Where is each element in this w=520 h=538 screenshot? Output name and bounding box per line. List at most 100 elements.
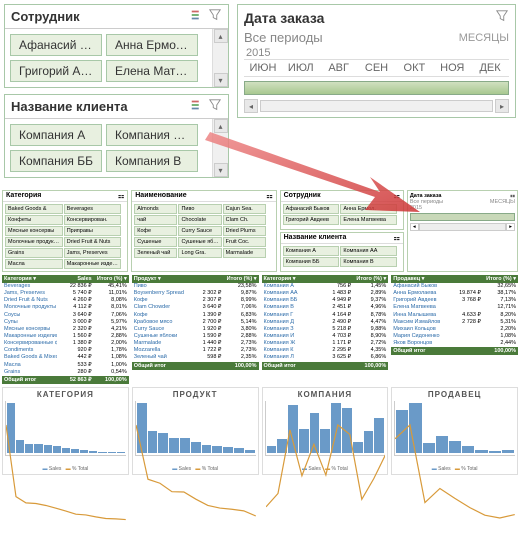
mini-slicer-item[interactable]: Beverages — [64, 204, 122, 214]
mini-slicer-item[interactable]: Молочные продукты — [5, 237, 63, 247]
mini-slicer-item[interactable]: Макаронные изделия — [64, 259, 122, 269]
scroll-up-icon[interactable]: ▴ — [214, 119, 228, 133]
pivot-row[interactable]: Соусы3 640 ₽7,06% — [2, 312, 129, 319]
scroll-left-icon[interactable]: ◂ — [410, 223, 419, 231]
slicer-item[interactable]: Компания АА — [106, 124, 198, 146]
pivot-row[interactable]: Компания З5 218 ₽9,88% — [262, 326, 389, 333]
mini-slicer-item[interactable]: Clam Ch. — [223, 215, 266, 225]
slicer-item[interactable]: Анна Ермол... — [106, 34, 198, 56]
scroll-right-icon[interactable]: ▸ — [495, 99, 509, 113]
pivot-row[interactable]: Компания К2 295 ₽4,35% — [262, 347, 389, 354]
mini-slicer-item[interactable]: Компания ББ — [283, 257, 340, 267]
pivot-row[interactable]: Яков Воронцов2,44% — [391, 340, 518, 347]
scroll-up-icon[interactable]: ▴ — [214, 29, 228, 43]
pivot-row[interactable]: Анна Ермолаева19.874 ₽38,17% — [391, 290, 518, 297]
clear-filter-icon[interactable] — [208, 8, 222, 25]
mini-slicer-item[interactable]: Cajun Sea. — [223, 204, 266, 214]
pivot-row[interactable]: Компания Г4 164 ₽8,78% — [262, 312, 389, 319]
mini-slicer-item[interactable]: Сушеные яблоки — [178, 237, 221, 247]
pivot-row[interactable]: Михаил Кольцов2,20% — [391, 326, 518, 333]
mini-slicer-item[interactable]: Jams, Preserves — [64, 248, 122, 258]
pivot-row[interactable]: Сушеные яблоки1 590 ₽2,88% — [132, 333, 259, 340]
timeline-range-bar[interactable] — [244, 81, 509, 95]
timeline-unit[interactable]: МЕСЯЦЫ — [459, 32, 509, 44]
pivot-row[interactable]: Компания ББ4 949 ₽9,37% — [262, 297, 389, 304]
pivot-row[interactable]: Marmalade1 440 ₽2,73% — [132, 340, 259, 347]
pivot-header[interactable]: Продавец ▾Итого (%) ▾ — [391, 275, 518, 283]
pivot-row[interactable]: Curry Sauce1 920 ₽3,80% — [132, 326, 259, 333]
pivot-row[interactable]: Крабовое мясо2 700 ₽5,14% — [132, 319, 259, 326]
mini-slicer-item[interactable]: Dried Fruit & Nuts — [64, 237, 122, 247]
filter-icon[interactable]: ⚏ — [394, 234, 400, 242]
pivot-row[interactable]: Пиво23,58% — [132, 283, 259, 290]
mini-timeline-unit[interactable]: МЕСЯЦЫ — [490, 199, 515, 205]
pivot-row[interactable]: Кофе1 390 ₽6,83% — [132, 312, 259, 319]
pivot-row[interactable]: Масла533 ₽1,00% — [2, 362, 129, 369]
mini-slicer-item[interactable]: Компания АА — [340, 246, 397, 256]
month-cell[interactable]: ДЕК — [471, 62, 509, 74]
mini-slicer-item[interactable]: чай — [134, 215, 177, 225]
pivot-row[interactable]: Супы3 000 ₽5,97% — [2, 319, 129, 326]
pivot-row[interactable]: Компания АА1 483 ₽2,89% — [262, 290, 389, 297]
month-cell[interactable]: ОКТ — [395, 62, 433, 74]
filter-icon[interactable]: ⚏ — [394, 192, 400, 200]
mini-timeline-bar[interactable] — [410, 213, 515, 221]
pivot-row[interactable]: Кофе2 307 ₽8,99% — [132, 297, 259, 304]
mini-slicer-item[interactable]: Dried Plums — [223, 226, 266, 236]
mini-slicer-item[interactable]: Зеленый чай — [134, 248, 177, 258]
mini-slicer-item[interactable]: Конфеты — [5, 215, 63, 225]
filter-icon[interactable]: ⚏ — [118, 192, 124, 200]
mini-slicer-item[interactable]: Кофе — [134, 226, 177, 236]
pivot-row[interactable]: Елена Матвеева12,71% — [391, 304, 518, 311]
mini-scrollbar[interactable] — [419, 223, 507, 231]
mini-slicer-item[interactable]: Приправы — [64, 226, 122, 236]
multiselect-icon[interactable] — [190, 8, 204, 25]
mini-slicer-item[interactable]: Marmalade — [223, 248, 266, 258]
clear-filter-icon[interactable] — [208, 98, 222, 115]
mini-slicer-item[interactable]: Long Gra. — [178, 248, 221, 258]
slicer-item[interactable]: Афанасий Быков — [10, 34, 102, 56]
slicer-item[interactable]: Григорий Авдеев — [10, 60, 102, 82]
pivot-row[interactable]: Компания Д2 490 ₽4,47% — [262, 319, 389, 326]
mini-slicer-item[interactable]: Мясные консервы — [5, 226, 63, 236]
pivot-row[interactable]: Григорий Авдеев3 768 ₽7,13% — [391, 297, 518, 304]
timeline-scrollbar[interactable] — [260, 100, 493, 112]
mini-slicer-item[interactable]: Grains — [5, 248, 63, 258]
pivot-row[interactable]: Jams, Preserves5 740 ₽11,01% — [2, 290, 129, 297]
slicer-item[interactable]: Компания В — [106, 150, 198, 172]
mini-slicer-item[interactable]: Григорий Авдеев — [283, 215, 340, 225]
pivot-row[interactable]: Инна Малышева4.633 ₽8,20% — [391, 312, 518, 319]
slicer-item[interactable]: Компания ББ — [10, 150, 102, 172]
scroll-down-icon[interactable]: ▾ — [214, 73, 228, 87]
pivot-row[interactable]: Консервированные фр1 380 ₽2,00% — [2, 340, 129, 347]
scroll-down-icon[interactable]: ▾ — [214, 163, 228, 177]
pivot-row[interactable]: Компания Л3 625 ₽6,86% — [262, 354, 389, 361]
pivot-row[interactable]: Максим Измайлов2 728 ₽5,31% — [391, 319, 518, 326]
pivot-row[interactable]: Компания Ж1 171 ₽2,72% — [262, 340, 389, 347]
pivot-row[interactable]: Beverages22 836 ₽45,41% — [2, 283, 129, 290]
pivot-row[interactable]: Афанасий Быков32,65% — [391, 283, 518, 290]
mini-slicer-item[interactable]: Baked Goods & — [5, 204, 63, 214]
pivot-row[interactable]: Grains280 ₽0,54% — [2, 369, 129, 376]
pivot-row[interactable]: Dried Fruit & Nuts4 260 ₽8,08% — [2, 297, 129, 304]
pivot-row[interactable]: Mozzarella1 722 ₽2,73% — [132, 347, 259, 354]
pivot-header[interactable]: Категория ▾Итого (%) ▾ — [262, 275, 389, 283]
multiselect-icon[interactable] — [190, 98, 204, 115]
mini-slicer-item[interactable]: Пиво — [178, 204, 221, 214]
mini-slicer-item[interactable]: Анна Ермол. — [340, 204, 397, 214]
scroll-right-icon[interactable]: ▸ — [506, 223, 515, 231]
month-cell[interactable]: НОЯ — [433, 62, 471, 74]
mini-slicer-item[interactable]: Fruit Coc. — [223, 237, 266, 247]
pivot-row[interactable]: Boysenberry Spread2 302 ₽9,87% — [132, 290, 259, 297]
pivot-row[interactable]: Макаронные изделия1 560 ₽2,88% — [2, 333, 129, 340]
pivot-row[interactable]: Condiments920 ₽1,78% — [2, 347, 129, 354]
scrollbar[interactable]: ▴ ▾ — [212, 119, 228, 177]
slicer-item[interactable]: Елена Матвеева — [106, 60, 198, 82]
month-cell[interactable]: АВГ — [320, 62, 358, 74]
mini-slicer-item[interactable]: Curry Sauce — [178, 226, 221, 236]
pivot-row[interactable]: Компания А756 ₽1,45% — [262, 283, 389, 290]
pivot-header[interactable]: Категория ▾SalesИтого (%) ▾ — [2, 275, 129, 283]
pivot-row[interactable]: Компания И4 703 ₽8,90% — [262, 333, 389, 340]
pivot-header[interactable]: Продукт ▾Итого (%) ▾ — [132, 275, 259, 283]
mini-slicer-item[interactable]: Компания А — [283, 246, 340, 256]
